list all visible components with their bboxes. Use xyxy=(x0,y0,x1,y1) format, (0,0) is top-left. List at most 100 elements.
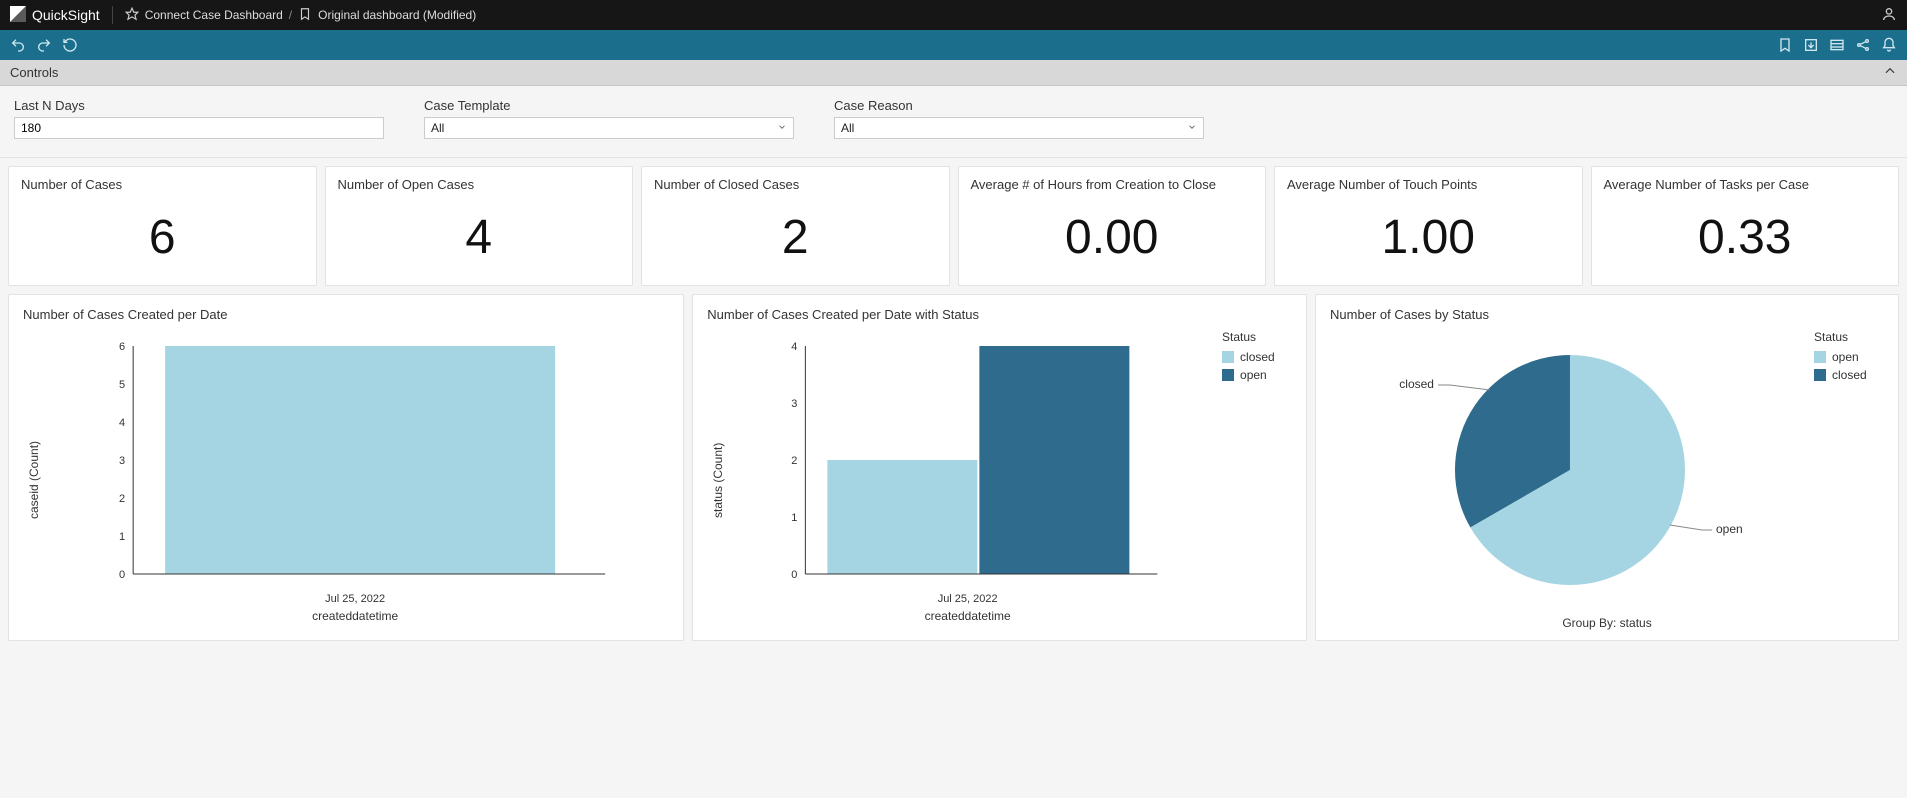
x-tick-label: Jul 25, 2022 xyxy=(41,593,669,605)
x-axis-label: createddatetime xyxy=(41,609,669,623)
kpi-title: Average Number of Touch Points xyxy=(1287,177,1570,192)
svg-text:4: 4 xyxy=(792,341,798,353)
groupby-label: Group By: status xyxy=(1330,616,1884,630)
kpi-value: 0.00 xyxy=(971,200,1254,275)
sheets-icon[interactable] xyxy=(1829,37,1845,53)
legend-item-open[interactable]: open xyxy=(1814,350,1884,364)
kpi-value: 0.33 xyxy=(1604,200,1887,275)
input-last-n-days[interactable] xyxy=(14,117,384,139)
chart-svg: closed open xyxy=(1330,330,1810,610)
export-icon[interactable] xyxy=(1803,37,1819,53)
pie-label-open: open xyxy=(1716,522,1743,536)
topbar-left: QuickSight Connect Case Dashboard / Orig… xyxy=(10,6,476,25)
chart-row: Number of Cases Created per Date caseid … xyxy=(0,294,1907,649)
app-logo[interactable]: QuickSight xyxy=(10,6,100,25)
chart-svg: 6 5 4 3 2 1 0 xyxy=(41,330,669,590)
toolbar-right xyxy=(1777,37,1897,53)
topbar-right xyxy=(1881,6,1897,25)
kpi-title: Number of Cases xyxy=(21,177,304,192)
kpi-title: Average Number of Tasks per Case xyxy=(1604,177,1887,192)
breadcrumb-current: Original dashboard (Modified) xyxy=(318,8,476,22)
y-axis-label: caseid (Count) xyxy=(23,330,41,630)
bar xyxy=(165,346,555,574)
breadcrumb: Connect Case Dashboard / Original dashbo… xyxy=(125,7,477,24)
bookmark-icon[interactable] xyxy=(1777,37,1793,53)
controls-panel: Last N Days Case Template All Case Reaso… xyxy=(0,86,1907,158)
legend-title: Status xyxy=(1814,330,1884,344)
toolbar-left xyxy=(10,37,78,53)
select-case-template[interactable]: All xyxy=(424,117,794,139)
legend-label: closed xyxy=(1240,350,1275,364)
breadcrumb-separator: / xyxy=(289,8,292,22)
bar-closed xyxy=(828,460,978,574)
legend: Status open closed xyxy=(1814,330,1884,610)
kpi-number-of-cases[interactable]: Number of Cases 6 xyxy=(8,166,317,286)
legend-label: open xyxy=(1240,368,1267,382)
divider xyxy=(112,6,113,24)
control-case-reason: Case Reason All xyxy=(834,98,1204,139)
kpi-title: Number of Closed Cases xyxy=(654,177,937,192)
control-case-template: Case Template All xyxy=(424,98,794,139)
kpi-value: 1.00 xyxy=(1287,200,1570,275)
chart-svg: 4 3 2 1 0 xyxy=(725,330,1210,590)
reset-icon[interactable] xyxy=(62,37,78,53)
kpi-title: Average # of Hours from Creation to Clos… xyxy=(971,177,1254,192)
bookmark-outline-icon[interactable] xyxy=(298,7,312,24)
redo-icon[interactable] xyxy=(36,37,52,53)
kpi-avg-hours-creation-close[interactable]: Average # of Hours from Creation to Clos… xyxy=(958,166,1267,286)
topbar: QuickSight Connect Case Dashboard / Orig… xyxy=(0,0,1907,30)
chart-cases-by-status[interactable]: Number of Cases by Status closed open xyxy=(1315,294,1899,641)
svg-text:0: 0 xyxy=(119,569,125,581)
chart-cases-per-date[interactable]: Number of Cases Created per Date caseid … xyxy=(8,294,684,641)
kpi-number-of-open-cases[interactable]: Number of Open Cases 4 xyxy=(325,166,634,286)
kpi-value: 6 xyxy=(21,200,304,275)
x-tick-label: Jul 25, 2022 xyxy=(725,593,1210,605)
y-axis-label: status (Count) xyxy=(707,330,725,630)
swatch-closed-icon xyxy=(1222,351,1234,363)
svg-text:5: 5 xyxy=(119,379,125,391)
toolbar xyxy=(0,30,1907,60)
chevron-up-icon[interactable] xyxy=(1883,64,1897,81)
svg-text:3: 3 xyxy=(119,455,125,467)
chart-title: Number of Cases Created per Date with St… xyxy=(707,307,1292,322)
x-axis-label: createddatetime xyxy=(725,609,1210,623)
legend-item-open[interactable]: open xyxy=(1222,368,1292,382)
quicksight-logo-icon xyxy=(10,6,26,25)
bell-icon[interactable] xyxy=(1881,37,1897,53)
kpi-number-of-closed-cases[interactable]: Number of Closed Cases 2 xyxy=(641,166,950,286)
swatch-open-icon xyxy=(1814,351,1826,363)
caret-down-icon xyxy=(1187,121,1197,135)
svg-text:2: 2 xyxy=(792,455,798,467)
swatch-closed-icon xyxy=(1814,369,1826,381)
control-label-case-template: Case Template xyxy=(424,98,794,113)
chart-body: caseid (Count) 6 5 4 3 2 1 0 xyxy=(23,330,669,630)
kpi-avg-tasks-per-case[interactable]: Average Number of Tasks per Case 0.33 xyxy=(1591,166,1900,286)
svg-text:3: 3 xyxy=(792,398,798,410)
control-last-n-days: Last N Days xyxy=(14,98,384,139)
controls-header[interactable]: Controls xyxy=(0,60,1907,86)
chart-cases-per-date-status[interactable]: Number of Cases Created per Date with St… xyxy=(692,294,1307,641)
app-name: QuickSight xyxy=(32,7,100,23)
select-case-reason[interactable]: All xyxy=(834,117,1204,139)
svg-text:6: 6 xyxy=(119,341,125,353)
chart-body: closed open Status open closed xyxy=(1330,330,1884,610)
share-icon[interactable] xyxy=(1855,37,1871,53)
svg-text:0: 0 xyxy=(792,569,798,581)
control-label-case-reason: Case Reason xyxy=(834,98,1204,113)
bar-open xyxy=(980,346,1130,574)
legend-item-closed[interactable]: closed xyxy=(1814,368,1884,382)
chart-title: Number of Cases by Status xyxy=(1330,307,1884,322)
legend-item-closed[interactable]: closed xyxy=(1222,350,1292,364)
svg-text:1: 1 xyxy=(792,512,798,524)
control-label-last-n-days: Last N Days xyxy=(14,98,384,113)
user-icon[interactable] xyxy=(1881,6,1897,25)
chart-title: Number of Cases Created per Date xyxy=(23,307,669,322)
star-icon[interactable] xyxy=(125,7,139,24)
controls-title: Controls xyxy=(10,65,58,80)
legend-label: closed xyxy=(1832,368,1867,382)
breadcrumb-dashboard[interactable]: Connect Case Dashboard xyxy=(145,8,283,22)
undo-icon[interactable] xyxy=(10,37,26,53)
legend-label: open xyxy=(1832,350,1859,364)
swatch-open-icon xyxy=(1222,369,1234,381)
kpi-avg-touch-points[interactable]: Average Number of Touch Points 1.00 xyxy=(1274,166,1583,286)
